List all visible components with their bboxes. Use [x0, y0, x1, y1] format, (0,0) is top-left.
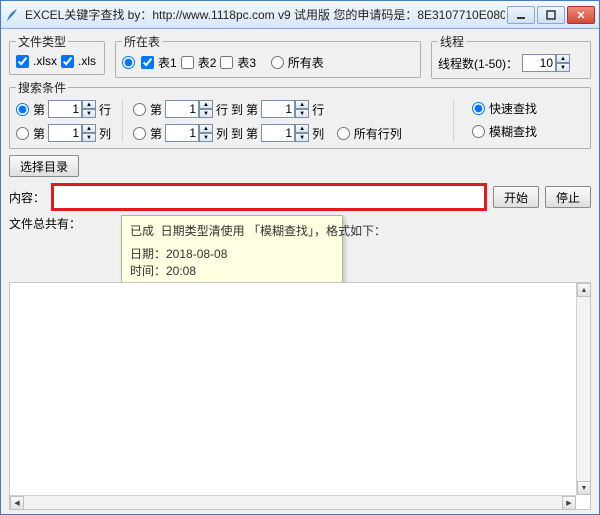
maximize-button[interactable]	[537, 6, 565, 24]
window-title: EXCEL关键字查找 by：http://www.1118pc.com v9 试…	[25, 6, 505, 23]
radio-fuzzy-search[interactable]: 模糊查找	[472, 123, 584, 140]
threads-input[interactable]	[522, 54, 556, 72]
app-window: EXCEL关键字查找 by：http://www.1118pc.com v9 试…	[0, 0, 600, 515]
close-button[interactable]	[567, 6, 595, 24]
legend-search: 搜索条件	[16, 79, 68, 96]
titlebar: EXCEL关键字查找 by：http://www.1118pc.com v9 试…	[1, 1, 599, 29]
minimize-button[interactable]	[507, 6, 535, 24]
checkbox-table1[interactable]: 表1	[141, 54, 177, 71]
scroll-down-icon[interactable]: ▼	[577, 481, 591, 495]
mid-col-to[interactable]	[261, 124, 295, 142]
tooltip-line3: 时间：20:08	[130, 262, 334, 279]
scrollbar-vertical[interactable]: ▲ ▼	[576, 283, 590, 495]
group-tables: 所在表 表1 表2 表3 所有表	[115, 33, 421, 78]
content-input[interactable]	[54, 186, 484, 208]
content-area: 文件类型 .xlsx .xls 所在表 表1 表2 表3 所有表 线	[1, 29, 599, 514]
left-row-input[interactable]	[48, 100, 82, 118]
legend-tables: 所在表	[122, 33, 162, 50]
content-label: 内容：	[9, 189, 45, 206]
radio-mid-row[interactable]: 第	[133, 101, 162, 118]
group-filetype: 文件类型 .xlsx .xls	[9, 33, 105, 75]
radio-all-rowcol[interactable]: 所有行列	[337, 125, 402, 142]
radio-all-tables[interactable]: 所有表	[271, 54, 324, 71]
total-files-label: 文件总共有：	[9, 215, 81, 232]
threads-down[interactable]: ▼	[556, 63, 570, 72]
radio-fast-search[interactable]: 快速查找	[472, 100, 584, 117]
content-input-frame	[51, 183, 487, 211]
stop-button[interactable]: 停止	[545, 186, 591, 208]
checkbox-table3[interactable]: 表3	[220, 54, 256, 71]
unit-row: 行	[99, 101, 111, 118]
scroll-right-icon[interactable]: ▶	[562, 496, 576, 510]
threads-label: 线程数(1-50)：	[438, 55, 518, 72]
radio-left-row[interactable]: 第	[16, 101, 45, 118]
scroll-left-icon[interactable]: ◀	[10, 496, 24, 510]
legend-filetype: 文件类型	[16, 33, 68, 50]
results-area: ▲ ▼ ◀ ▶	[9, 282, 591, 510]
checkbox-xlsx[interactable]: .xlsx	[16, 54, 57, 68]
mid-row-to[interactable]	[261, 100, 295, 118]
start-button[interactable]: 开始	[493, 186, 539, 208]
left-col-input[interactable]	[48, 124, 82, 142]
unit-col: 列	[99, 125, 111, 142]
radio-mid-col[interactable]: 第	[133, 125, 162, 142]
group-threads: 线程 线程数(1-50)： ▲▼	[431, 33, 591, 79]
checkbox-xls[interactable]: .xls	[61, 54, 96, 68]
select-dir-button[interactable]: 选择目录	[9, 155, 79, 177]
mid-col-from[interactable]	[165, 124, 199, 142]
scrollbar-horizontal[interactable]: ◀ ▶	[10, 495, 576, 509]
radio-table-group[interactable]	[122, 56, 137, 69]
tooltip-line2: 日期：2018-08-08	[130, 245, 334, 262]
checkbox-table2[interactable]: 表2	[181, 54, 217, 71]
radio-left-col[interactable]: 第	[16, 125, 45, 142]
tooltip-line1: 已成 日期类型清使用 「模糊查找」，格式如下：	[130, 222, 334, 239]
legend-threads: 线程	[438, 33, 466, 50]
mid-row-from[interactable]	[165, 100, 199, 118]
threads-up[interactable]: ▲	[556, 54, 570, 63]
scroll-up-icon[interactable]: ▲	[577, 283, 591, 297]
app-icon	[5, 7, 21, 23]
group-search: 搜索条件 第 ▲▼ 行 第 ▲▼ 列	[9, 79, 591, 149]
tooltip: 已成 日期类型清使用 「模糊查找」，格式如下： 日期：2018-08-08 时间…	[121, 215, 343, 286]
